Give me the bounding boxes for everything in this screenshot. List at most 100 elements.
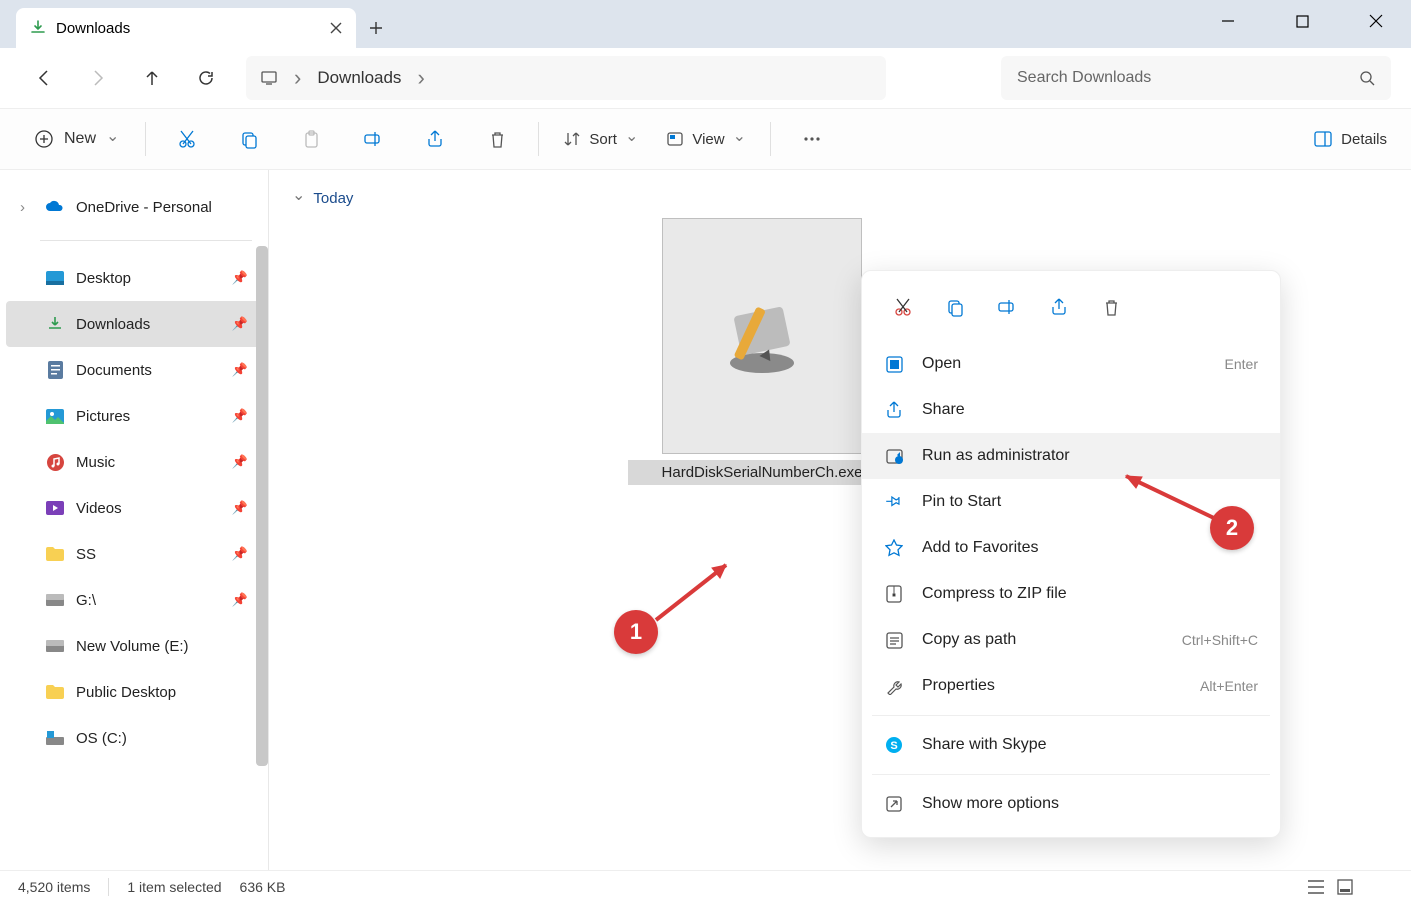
sort-button[interactable]: Sort [555,129,646,149]
sidebar-item-downloads[interactable]: Downloads 📌 [6,301,262,347]
close-window-button[interactable] [1353,6,1399,36]
ctx-share[interactable]: Share [862,387,1280,433]
sidebar-item-label: Downloads [76,316,150,333]
paste-button[interactable] [286,119,336,159]
ctx-copy-button[interactable] [932,287,978,327]
back-button[interactable] [20,54,68,102]
ctx-rename-button[interactable] [984,287,1030,327]
ctx-copy-as-path[interactable]: Copy as path Ctrl+Shift+C [862,617,1280,663]
skype-icon: S [884,736,904,754]
share-button[interactable] [410,119,460,159]
tab-downloads[interactable]: Downloads [16,8,356,48]
pin-icon[interactable]: 📌 [232,592,248,608]
file-item[interactable]: HardDiskSerialNumberCh.exe [628,218,896,485]
details-view-button[interactable] [1307,879,1325,895]
address-bar[interactable]: Downloads [246,56,886,100]
ctx-shortcut: Ctrl+Shift+C [1182,632,1258,648]
sidebar-item-label: New Volume (E:) [76,638,189,655]
sidebar-item-label: Videos [76,500,122,517]
annotation-marker-1: 1 [614,610,658,654]
sidebar-item-videos[interactable]: Videos 📌 [6,485,262,531]
status-selection: 1 item selected [127,879,221,895]
chevron-down-icon [106,129,119,149]
view-label: View [692,131,724,148]
download-icon [44,316,66,332]
new-tab-button[interactable] [356,8,396,48]
command-bar: New Sort View Details [0,108,1411,170]
sidebar-item-g-drive[interactable]: G:\ 📌 [6,577,262,623]
sidebar-item-public-desktop[interactable]: Public Desktop [6,669,262,715]
sidebar-item-label: Music [76,454,115,471]
ctx-delete-button[interactable] [1088,287,1134,327]
sort-label: Sort [589,131,617,148]
annotation-arrow-1 [646,550,746,630]
address-location: Downloads [317,68,401,88]
pin-icon[interactable]: 📌 [232,270,248,286]
pictures-icon [44,409,66,424]
os-drive-icon [44,731,66,745]
close-tab-icon[interactable] [330,22,342,34]
folder-icon [44,547,66,561]
ctx-share-button[interactable] [1036,287,1082,327]
chevron-right-icon[interactable] [417,65,424,91]
pin-icon[interactable]: 📌 [232,546,248,562]
ctx-properties[interactable]: Properties Alt+Enter [862,663,1280,709]
ctx-show-more[interactable]: Show more options [862,781,1280,827]
sidebar-item-pictures[interactable]: Pictures 📌 [6,393,262,439]
context-menu: Open Enter Share Run as administrator Pi… [861,270,1281,838]
status-size: 636 KB [240,879,286,895]
more-button[interactable] [787,119,837,159]
pin-icon[interactable]: 📌 [232,454,248,470]
sidebar-item-c-drive[interactable]: OS (C:) [6,715,262,761]
pin-icon[interactable]: 📌 [232,316,248,332]
ctx-shortcut: Enter [1225,356,1258,372]
onedrive-icon [44,200,66,214]
details-pane-button[interactable]: Details [1313,129,1387,149]
chevron-right-icon[interactable]: › [20,199,34,216]
ctx-label: Copy as path [922,631,1016,649]
ctx-cut-button[interactable] [880,287,926,327]
sidebar-scrollbar[interactable] [256,246,268,766]
ctx-label: Open [922,355,961,373]
chevron-right-icon[interactable] [294,65,301,91]
sidebar-item-documents[interactable]: Documents 📌 [6,347,262,393]
sidebar-item-ss[interactable]: SS 📌 [6,531,262,577]
shield-icon [884,447,904,465]
cut-button[interactable] [162,119,212,159]
open-icon [884,356,904,373]
ctx-label: Pin to Start [922,493,1001,511]
up-button[interactable] [128,54,176,102]
download-icon [30,20,46,36]
ctx-compress-zip[interactable]: Compress to ZIP file [862,571,1280,617]
pin-icon[interactable]: 📌 [232,362,248,378]
search-icon [1359,70,1375,86]
pin-icon[interactable]: 📌 [232,408,248,424]
new-button[interactable]: New [24,123,129,155]
search-box[interactable]: Search Downloads [1001,56,1391,100]
star-icon [884,539,904,557]
delete-button[interactable] [472,119,522,159]
search-placeholder: Search Downloads [1017,69,1151,87]
tab-bar: Downloads [0,0,1411,48]
sidebar-item-label: Documents [76,362,152,379]
ctx-open[interactable]: Open Enter [862,341,1280,387]
view-button[interactable]: View [658,129,754,149]
ctx-label: Compress to ZIP file [922,585,1067,603]
folder-icon [44,685,66,699]
minimize-button[interactable] [1205,6,1251,36]
group-header-today[interactable]: Today [292,188,1387,208]
sidebar-item-e-drive[interactable]: New Volume (E:) [6,623,262,669]
sidebar-onedrive[interactable]: › OneDrive - Personal [6,184,262,230]
thumbnails-view-button[interactable] [1337,879,1353,895]
refresh-button[interactable] [182,54,230,102]
copy-button[interactable] [224,119,274,159]
sidebar-item-desktop[interactable]: Desktop 📌 [6,255,262,301]
forward-button[interactable] [74,54,122,102]
rename-button[interactable] [348,119,398,159]
pin-icon[interactable]: 📌 [232,500,248,516]
ctx-share-skype[interactable]: S Share with Skype [862,722,1280,768]
maximize-button[interactable] [1279,6,1325,36]
sidebar-item-label: Desktop [76,270,131,287]
sidebar-item-music[interactable]: Music 📌 [6,439,262,485]
sidebar-item-label: Public Desktop [76,684,176,701]
